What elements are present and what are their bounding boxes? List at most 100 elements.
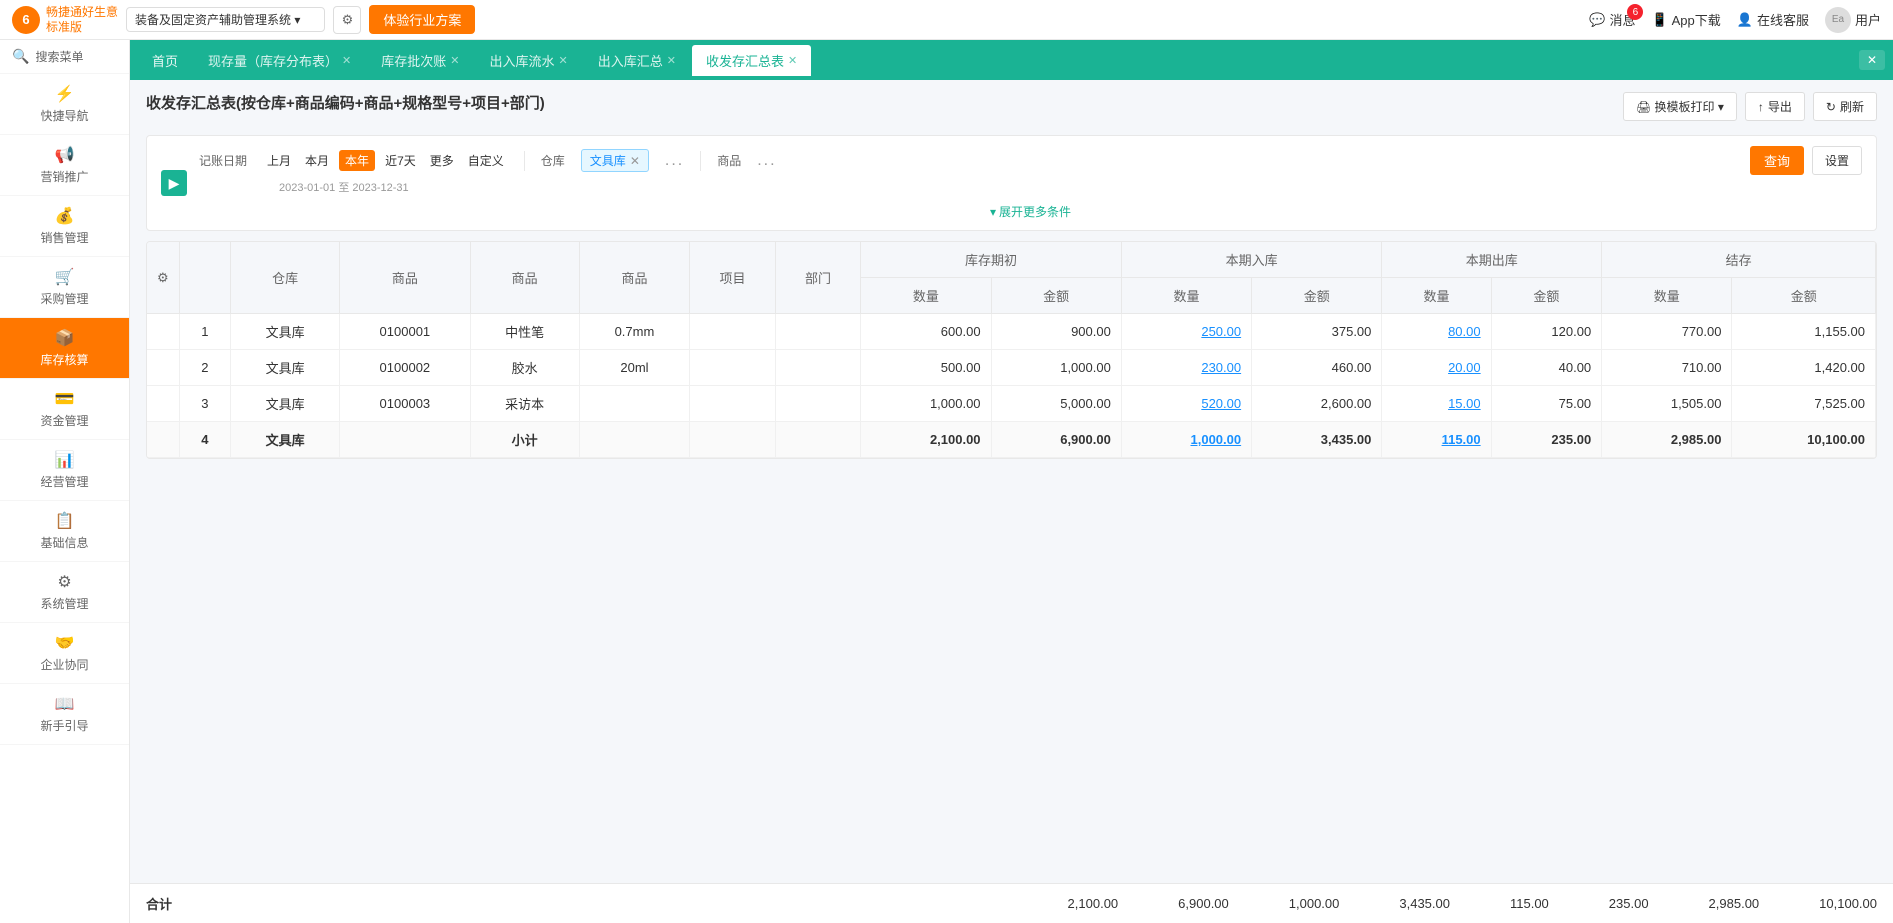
col-open-qty-header: 数量 bbox=[861, 278, 991, 314]
col-out-header: 本期出库 bbox=[1382, 242, 1602, 278]
date-shortcuts: 上月 本月 本年 近7天 更多 自定义 bbox=[263, 150, 508, 171]
system-icon: ⚙ bbox=[57, 572, 71, 592]
tab-close-icon[interactable]: ✕ bbox=[450, 54, 459, 67]
sidebar-item-label: 经营管理 bbox=[40, 473, 88, 490]
sidebar-item-system[interactable]: ⚙ 系统管理 bbox=[0, 562, 129, 623]
export-button[interactable]: ↑ 导出 bbox=[1745, 92, 1805, 121]
tab-inventory-dist[interactable]: 现存量（库存分布表） ✕ bbox=[194, 45, 365, 76]
table-row-qty-out[interactable]: 80.00 bbox=[1382, 314, 1491, 350]
table-row-amt-out: 75.00 bbox=[1491, 386, 1602, 422]
col-close-amt-header: 金额 bbox=[1732, 278, 1876, 314]
table-row-qty-in[interactable]: 520.00 bbox=[1121, 386, 1251, 422]
expand-icon: ▾ bbox=[990, 205, 996, 219]
tab-close-icon[interactable]: ✕ bbox=[667, 54, 676, 67]
date-btn-more[interactable]: 更多 bbox=[426, 150, 458, 171]
table-row-amt-out: 235.00 bbox=[1491, 422, 1602, 458]
refresh-button[interactable]: ↻ 刷新 bbox=[1813, 92, 1877, 121]
col-num-header bbox=[179, 242, 230, 314]
table-row-qty-in[interactable]: 1,000.00 bbox=[1121, 422, 1251, 458]
filter-collapse-button[interactable]: ▶ bbox=[161, 170, 187, 196]
table-row-project bbox=[690, 422, 776, 458]
sidebar: 🔍 搜索菜单 ⚡ 快捷导航 📢 营销推广 💰 销售管理 🛒 采购管理 📦 bbox=[0, 40, 130, 923]
goods-filter-label: 商品 bbox=[717, 152, 741, 169]
warehouse-more-button[interactable]: ... bbox=[665, 152, 684, 170]
date-btn-thisyear[interactable]: 本年 bbox=[339, 150, 375, 171]
table-row-amt-close: 7,525.00 bbox=[1732, 386, 1876, 422]
tab-close-icon[interactable]: ✕ bbox=[788, 54, 797, 67]
table-row-qty-in[interactable]: 250.00 bbox=[1121, 314, 1251, 350]
sidebar-item-collab[interactable]: 🤝 企业协同 bbox=[0, 623, 129, 684]
expand-filter-button[interactable]: ▾ 展开更多条件 bbox=[990, 203, 1071, 220]
table-row-spec: 20ml bbox=[579, 350, 690, 386]
table-row-num: 1 bbox=[179, 314, 230, 350]
message-button[interactable]: 💬 消息 6 bbox=[1589, 10, 1635, 29]
marketing-icon: 📢 bbox=[55, 145, 75, 165]
data-table-section: ⚙ 仓库 商品 商品 商品 项目 部门 库存期初 本期入库 bbox=[146, 241, 1877, 459]
sidebar-item-purchase[interactable]: 🛒 采购管理 bbox=[0, 257, 129, 318]
query-button[interactable]: 查询 bbox=[1750, 146, 1804, 175]
online-service-button[interactable]: 👤 在线客服 bbox=[1737, 10, 1809, 29]
sidebar-item-label: 基础信息 bbox=[40, 534, 88, 551]
tab-receive-send-summary[interactable]: 收发存汇总表 ✕ bbox=[692, 45, 811, 76]
user-menu[interactable]: Ea 用户 bbox=[1825, 7, 1881, 33]
table-row-qty-out[interactable]: 15.00 bbox=[1382, 386, 1491, 422]
table-row-amt-in: 375.00 bbox=[1252, 314, 1382, 350]
sidebar-item-marketing[interactable]: 📢 营销推广 bbox=[0, 135, 129, 196]
tab-batch[interactable]: 库存批次账 ✕ bbox=[367, 45, 473, 76]
app-title-dropdown[interactable]: 装备及固定资产辅助管理系统 ▾ bbox=[126, 7, 325, 32]
table-row-qty-out[interactable]: 115.00 bbox=[1382, 422, 1491, 458]
sidebar-item-search[interactable]: 🔍 搜索菜单 bbox=[0, 40, 129, 74]
sidebar-item-label: 营销推广 bbox=[40, 168, 88, 185]
export-icon: ↑ bbox=[1758, 100, 1764, 114]
date-btn-7days[interactable]: 近7天 bbox=[381, 150, 420, 171]
sidebar-item-label: 新手引导 bbox=[40, 717, 88, 734]
table-row-qty-close: 710.00 bbox=[1602, 350, 1732, 386]
tab-close-icon[interactable]: ✕ bbox=[342, 54, 351, 67]
sidebar-item-sales[interactable]: 💰 销售管理 bbox=[0, 196, 129, 257]
col-name-header: 商品 bbox=[470, 242, 579, 314]
message-badge: 6 bbox=[1627, 4, 1643, 20]
table-row-settings bbox=[147, 422, 179, 458]
warehouse-tag[interactable]: 文具库 ✕ bbox=[581, 149, 649, 172]
table-row-settings bbox=[147, 386, 179, 422]
app-download-button[interactable]: 📱 App下载 bbox=[1651, 10, 1720, 29]
filter-divider bbox=[524, 151, 525, 171]
sidebar-item-inventory[interactable]: 📦 库存核算 bbox=[0, 318, 129, 379]
warehouse-tag-close[interactable]: ✕ bbox=[630, 154, 640, 168]
table-row-spec: 0.7mm bbox=[579, 314, 690, 350]
table-row: 1文具库0100001中性笔0.7mm600.00900.00250.00375… bbox=[147, 314, 1876, 350]
print-icon: 🖨 bbox=[1636, 100, 1651, 114]
table-row-amt-open: 5,000.00 bbox=[991, 386, 1121, 422]
trial-button[interactable]: 体验行业方案 bbox=[369, 5, 475, 34]
logo-text: 畅捷通好生意 标准版 bbox=[46, 5, 118, 34]
table-row-num: 2 bbox=[179, 350, 230, 386]
sidebar-item-guide[interactable]: 📖 新手引导 bbox=[0, 684, 129, 745]
col-settings-header[interactable]: ⚙ bbox=[147, 242, 179, 314]
table-row-qty-out[interactable]: 20.00 bbox=[1382, 350, 1491, 386]
date-btn-lastmonth[interactable]: 上月 bbox=[263, 150, 295, 171]
table-row-project bbox=[690, 386, 776, 422]
tab-close-all-button[interactable]: ✕ bbox=[1859, 50, 1885, 70]
tab-home[interactable]: 首页 bbox=[138, 45, 192, 76]
sidebar-item-basic[interactable]: 📋 基础信息 bbox=[0, 501, 129, 562]
tab-close-icon[interactable]: ✕ bbox=[559, 54, 568, 67]
date-btn-custom[interactable]: 自定义 bbox=[464, 150, 508, 171]
settings-button[interactable]: 设置 bbox=[1812, 146, 1862, 175]
date-filter-label: 记账日期 bbox=[199, 152, 247, 169]
goods-more-button[interactable]: ... bbox=[757, 152, 776, 170]
sidebar-item-label: 快捷导航 bbox=[40, 107, 88, 124]
sidebar-item-finance[interactable]: 💳 资金管理 bbox=[0, 379, 129, 440]
sidebar-item-nav[interactable]: ⚡ 快捷导航 bbox=[0, 74, 129, 135]
sidebar-item-operation[interactable]: 📊 经营管理 bbox=[0, 440, 129, 501]
table-row-qty-in[interactable]: 230.00 bbox=[1121, 350, 1251, 386]
table-row-qty-close: 2,985.00 bbox=[1602, 422, 1732, 458]
tab-flow[interactable]: 出入库流水 ✕ bbox=[475, 45, 581, 76]
template-print-button[interactable]: 🖨 换模板打印 ▾ bbox=[1623, 92, 1737, 121]
tab-summary[interactable]: 出入库汇总 ✕ bbox=[584, 45, 690, 76]
col-close-header: 结存 bbox=[1602, 242, 1876, 278]
operation-icon: 📊 bbox=[55, 450, 75, 470]
bottom-bar: 合计 2,100.00 6,900.00 1,000.00 3,435.00 1… bbox=[130, 883, 1893, 923]
date-btn-thismonth[interactable]: 本月 bbox=[301, 150, 333, 171]
settings-icon[interactable]: ⚙ bbox=[333, 6, 361, 34]
col-code-header: 商品 bbox=[340, 242, 470, 314]
